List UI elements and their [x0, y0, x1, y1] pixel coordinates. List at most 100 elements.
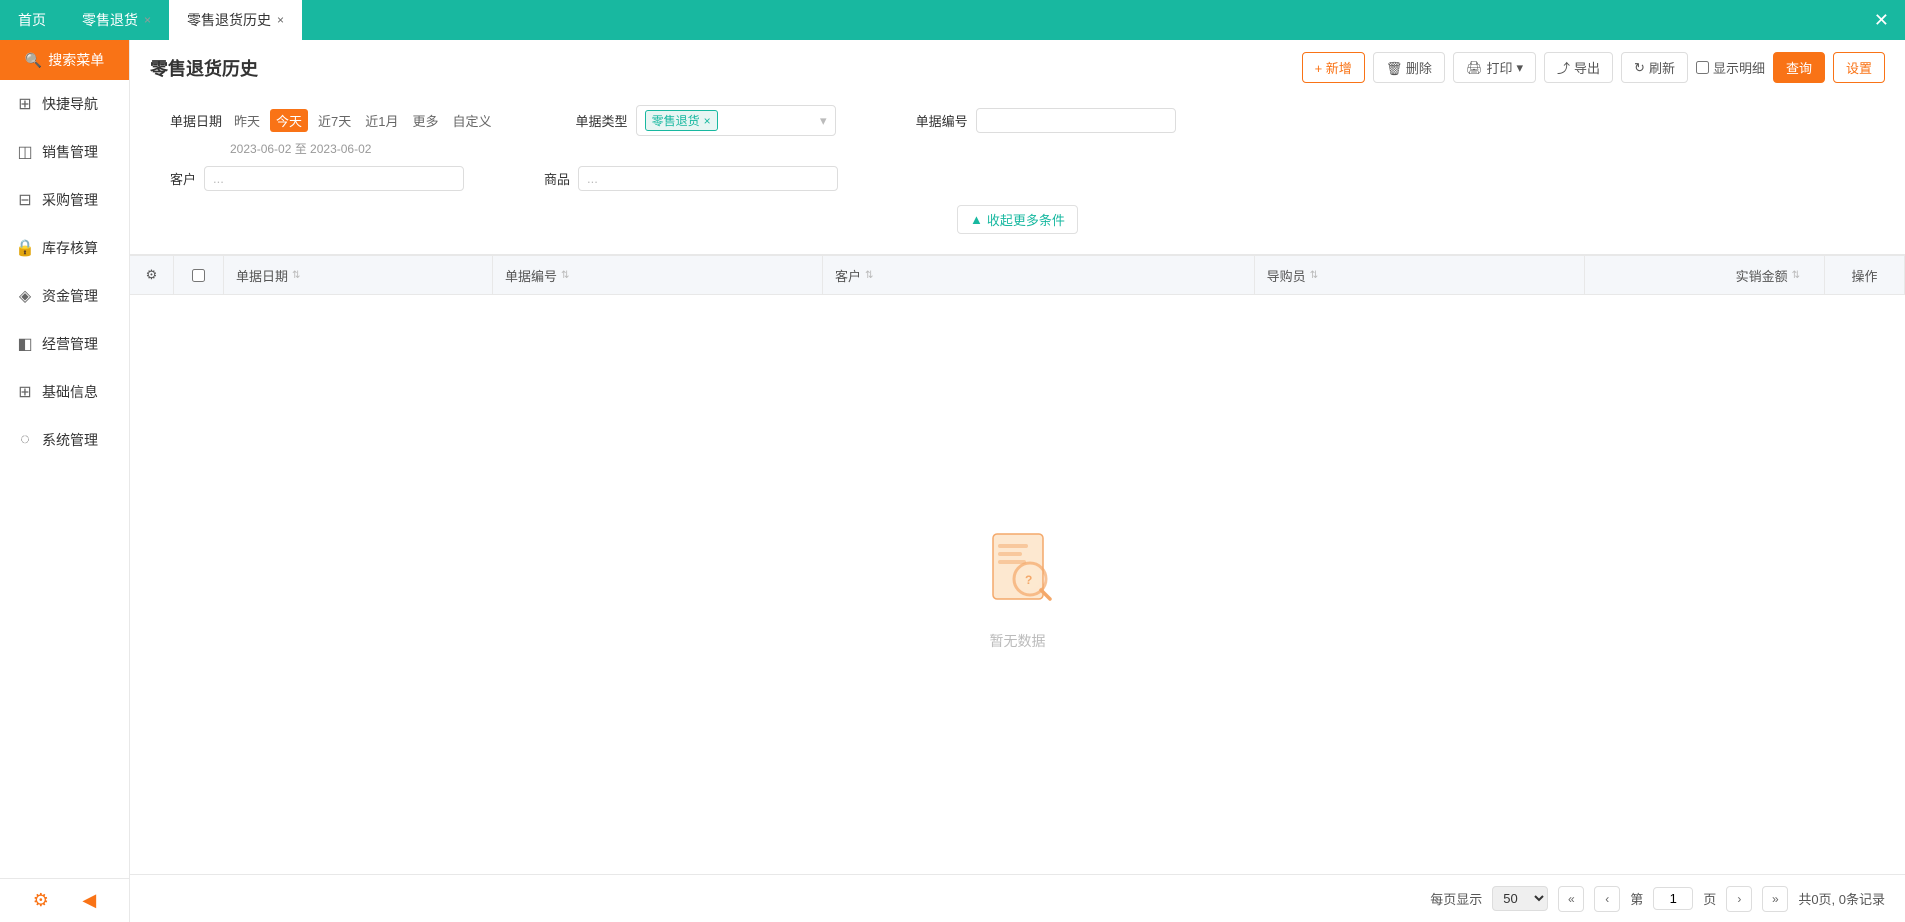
svg-text:?: ?	[1025, 573, 1032, 587]
new-button[interactable]: + 新增	[1302, 52, 1365, 83]
page-header: 零售退货历史 + 新增 🗑 删除 🖨 打印 ▾ ⤴ 导出 ↻	[130, 40, 1905, 255]
sidebar-item-inventory[interactable]: 🔒 库存核算	[0, 224, 129, 272]
th-checkbox[interactable]	[174, 256, 224, 294]
type-tag-close[interactable]: ×	[704, 114, 711, 128]
th-customer: 客户 ⇅	[823, 256, 1255, 294]
refresh-button[interactable]: ↻ 刷新	[1621, 52, 1688, 83]
export-icon: ⤴	[1557, 58, 1570, 77]
window-close-btn[interactable]: ✕	[1874, 10, 1889, 31]
sidebar-nav: ⊞ 快捷导航 ◫ 销售管理 ⊟ 采购管理 🔒 库存核算 ◈ 资金管理 ◧ 经营管…	[0, 80, 129, 878]
inventory-icon: 🔒	[16, 239, 34, 257]
th-amount-label: 实销金额	[1736, 266, 1788, 285]
filter-date: 单据日期 昨天 今天 近7天 近1月 更多 自定义	[170, 109, 496, 132]
collapse-icon: ▲	[970, 212, 983, 227]
empty-illustration: ?	[968, 519, 1068, 619]
collapse-label: 收起更多条件	[987, 210, 1065, 229]
type-select-dropdown-icon: ▾	[820, 113, 827, 129]
tab-retail-return[interactable]: 零售退货 ×	[64, 0, 169, 40]
export-button[interactable]: ⤴ 导出	[1544, 52, 1613, 83]
page-input[interactable]	[1653, 887, 1693, 910]
guide-sort-icon[interactable]: ⇅	[1310, 270, 1318, 281]
sidebar-item-operation[interactable]: ◧ 经营管理	[0, 320, 129, 368]
tab-retail-return-history-close[interactable]: ×	[277, 13, 284, 27]
pagination-bar: 每页显示 10 20 50 100 « ‹ 第 页 › » 共0页, 0条记录	[130, 874, 1905, 922]
goods-input[interactable]: ...	[578, 166, 838, 191]
content: 零售退货历史 + 新增 🗑 删除 🖨 打印 ▾ ⤴ 导出 ↻	[130, 40, 1905, 922]
th-amount: 实销金额 ⇅	[1585, 256, 1825, 294]
topbar: 首页 零售退货 × 零售退货历史 × ✕	[0, 0, 1905, 40]
tab-retail-return-close[interactable]: ×	[144, 13, 151, 27]
prev-page-btn[interactable]: ‹	[1594, 886, 1620, 912]
sidebar-item-purchase-mgmt[interactable]: ⊟ 采购管理	[0, 176, 129, 224]
table-area: ⚙ 单据日期 ⇅ 单据编号 ⇅ 客户 ⇅ 导购员	[130, 255, 1905, 874]
sidebar-bottom: ⚙ ◀	[0, 878, 129, 922]
topbar-tabs: 首页 零售退货 × 零售退货历史 ×	[0, 0, 1874, 40]
sidebar-search[interactable]: 🔍 搜索菜单	[0, 40, 129, 80]
total-info: 共0页, 0条记录	[1798, 889, 1885, 908]
sidebar-item-basic-info[interactable]: ⊞ 基础信息	[0, 368, 129, 416]
th-settings[interactable]: ⚙	[130, 256, 174, 294]
sidebar-item-inventory-label: 库存核算	[42, 238, 98, 258]
tab-retail-return-history[interactable]: 零售退货历史 ×	[169, 0, 302, 40]
goods-placeholder: ...	[587, 171, 598, 186]
filter-row-2: 客户 ... 商品 ...	[170, 166, 1865, 191]
type-filter-label: 单据类型	[576, 111, 628, 130]
customer-placeholder: ...	[213, 171, 224, 186]
filter-type: 单据类型 零售退货 × ▾	[576, 105, 836, 136]
sidebar-item-basic-info-label: 基础信息	[42, 382, 98, 402]
type-select[interactable]: 零售退货 × ▾	[636, 105, 836, 136]
finance-icon: ◈	[16, 287, 34, 305]
num-sort-icon[interactable]: ⇅	[561, 270, 569, 281]
date-7days[interactable]: 近7天	[314, 109, 355, 132]
sidebar-item-finance[interactable]: ◈ 资金管理	[0, 272, 129, 320]
sidebar-item-sys-mgmt[interactable]: ◌ 系统管理	[0, 416, 129, 464]
customer-input[interactable]: ...	[204, 166, 464, 191]
date-today[interactable]: 今天	[270, 109, 308, 132]
sidebar-item-sales-mgmt[interactable]: ◫ 销售管理	[0, 128, 129, 176]
show-detail-checkbox[interactable]	[1696, 61, 1709, 74]
basic-info-icon: ⊞	[16, 383, 34, 401]
operation-icon: ◧	[16, 335, 34, 353]
sidebar-item-purchase-mgmt-label: 采购管理	[42, 190, 98, 210]
amount-sort-icon[interactable]: ⇅	[1792, 270, 1800, 281]
sales-mgmt-icon: ◫	[16, 143, 34, 161]
first-page-btn[interactable]: «	[1558, 886, 1584, 912]
sidebar-item-quick-nav[interactable]: ⊞ 快捷导航	[0, 80, 129, 128]
print-label: 打印	[1486, 58, 1512, 77]
date-yesterday[interactable]: 昨天	[230, 109, 264, 132]
date-custom[interactable]: 自定义	[449, 109, 496, 132]
date-1month[interactable]: 近1月	[361, 109, 402, 132]
print-icon: 🖨	[1466, 60, 1483, 76]
th-customer-label: 客户	[835, 266, 861, 285]
quick-nav-icon: ⊞	[16, 95, 34, 113]
select-all-checkbox[interactable]	[192, 269, 205, 282]
customer-sort-icon[interactable]: ⇅	[865, 270, 873, 281]
set-button[interactable]: 设置	[1833, 52, 1885, 83]
page-size-select[interactable]: 10 20 50 100	[1492, 886, 1548, 911]
delete-button[interactable]: 🗑 删除	[1373, 52, 1445, 83]
tab-home[interactable]: 首页	[0, 0, 64, 40]
date-sort-icon[interactable]: ⇅	[292, 270, 300, 281]
collapse-filter-btn[interactable]: ▲ 收起更多条件	[957, 205, 1078, 234]
show-detail-label[interactable]: 显示明细	[1696, 58, 1765, 77]
next-page-btn[interactable]: ›	[1726, 886, 1752, 912]
goods-filter-label: 商品	[544, 169, 570, 188]
filter-num: 单据编号	[916, 108, 1176, 133]
settings-icon[interactable]: ⚙	[33, 890, 49, 911]
date-filter-label: 单据日期	[170, 111, 222, 130]
date-more[interactable]: 更多	[409, 109, 443, 132]
type-tag-text: 零售退货	[652, 112, 700, 129]
num-input[interactable]	[976, 108, 1176, 133]
export-label: 导出	[1574, 58, 1600, 77]
sidebar-item-finance-label: 资金管理	[42, 286, 98, 306]
search-icon: 🔍	[25, 52, 42, 69]
collapse-sidebar-icon[interactable]: ◀	[82, 890, 96, 911]
date-range-text: 2023-06-02 至 2023-06-02	[230, 142, 371, 156]
refresh-label: 刷新	[1649, 58, 1675, 77]
table-settings-icon[interactable]: ⚙	[146, 267, 158, 283]
query-button[interactable]: 查询	[1773, 52, 1825, 83]
tab-retail-return-label: 零售退货	[82, 10, 138, 30]
print-button[interactable]: 🖨 打印 ▾	[1453, 52, 1536, 83]
last-page-btn[interactable]: »	[1762, 886, 1788, 912]
th-date: 单据日期 ⇅	[224, 256, 493, 294]
